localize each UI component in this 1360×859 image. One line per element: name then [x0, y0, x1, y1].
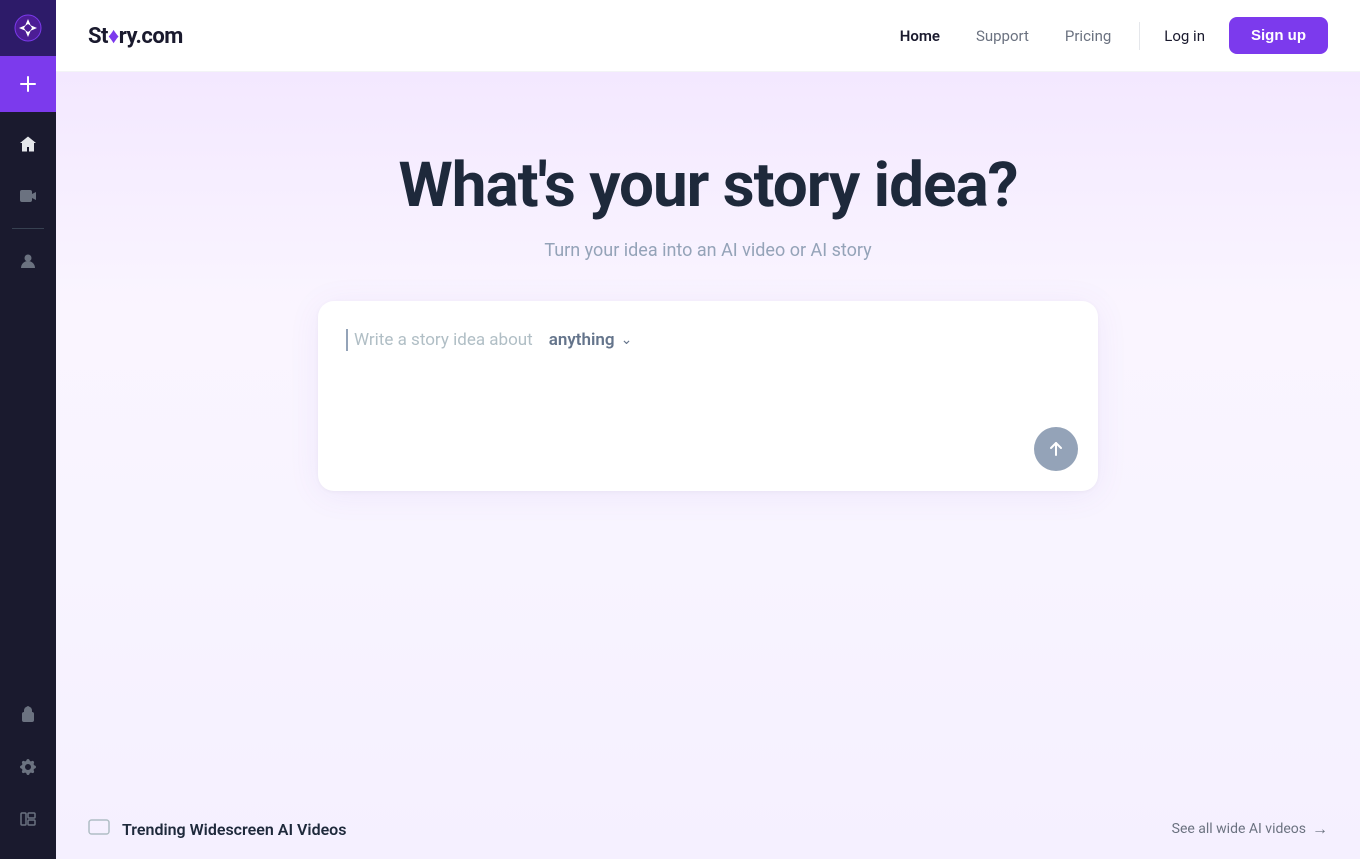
nav-divider: [1139, 22, 1140, 50]
search-submit-button[interactable]: [1034, 427, 1078, 471]
sidebar-item-home[interactable]: [0, 120, 56, 168]
search-box[interactable]: Write a story idea about anything ⌄: [318, 301, 1098, 491]
sidebar-item-profile[interactable]: [0, 237, 56, 285]
trending-left: Trending Widescreen AI Videos: [88, 819, 346, 839]
sidebar-logo: [0, 0, 56, 56]
see-all-link[interactable]: See all wide AI videos →: [1172, 819, 1328, 839]
sidebar-nav: [0, 112, 56, 293]
add-button[interactable]: [0, 56, 56, 112]
arrow-up-icon: [1046, 439, 1066, 459]
gear-icon: [18, 757, 38, 777]
sidebar-bottom: [0, 683, 56, 859]
search-placeholder: Write a story idea about: [354, 330, 533, 350]
hero-subtitle: Turn your idea into an AI video or AI st…: [544, 240, 871, 261]
signup-button[interactable]: Sign up: [1229, 17, 1328, 54]
see-all-label: See all wide AI videos: [1172, 821, 1306, 837]
trending-section: Trending Widescreen AI Videos See all wi…: [56, 819, 1360, 859]
logo-icon: [14, 14, 42, 42]
nav-link-support[interactable]: Support: [976, 27, 1029, 45]
topnav: St♦ry.com Home Support Pricing Log in Si…: [56, 0, 1360, 72]
main-content: St♦ry.com Home Support Pricing Log in Si…: [56, 0, 1360, 859]
robot-icon: [18, 705, 38, 725]
logo-diamond: ♦: [108, 24, 119, 49]
sidebar-item-ai-tools[interactable]: [0, 691, 56, 739]
hero-section: What's your story idea? Turn your idea i…: [56, 72, 1360, 859]
sidebar-divider: [12, 228, 44, 229]
trending-title: Trending Widescreen AI Videos: [122, 820, 346, 839]
search-input-row: Write a story idea about anything ⌄: [346, 329, 1070, 351]
sidebar: [0, 0, 56, 859]
chevron-down-icon: ⌄: [621, 332, 633, 348]
nav-link-home[interactable]: Home: [900, 27, 940, 45]
arrow-right-icon: →: [1312, 819, 1328, 839]
topnav-links: Home Support Pricing: [900, 27, 1112, 45]
person-icon: [18, 251, 38, 271]
panel-icon: [18, 809, 38, 829]
video-icon: [18, 186, 38, 206]
widescreen-icon: [88, 819, 110, 839]
sidebar-item-video[interactable]: [0, 172, 56, 220]
search-keyword: anything: [549, 330, 615, 350]
topnav-logo: St♦ry.com: [88, 23, 183, 49]
search-dropdown[interactable]: anything ⌄: [549, 330, 633, 350]
login-button[interactable]: Log in: [1148, 27, 1221, 45]
home-icon: [18, 134, 38, 154]
hero-title: What's your story idea?: [398, 152, 1017, 220]
nav-link-pricing[interactable]: Pricing: [1065, 27, 1111, 45]
plus-icon: [18, 74, 38, 94]
sidebar-item-settings[interactable]: [0, 743, 56, 791]
sidebar-item-panel[interactable]: [0, 795, 56, 843]
text-cursor: [346, 329, 348, 351]
